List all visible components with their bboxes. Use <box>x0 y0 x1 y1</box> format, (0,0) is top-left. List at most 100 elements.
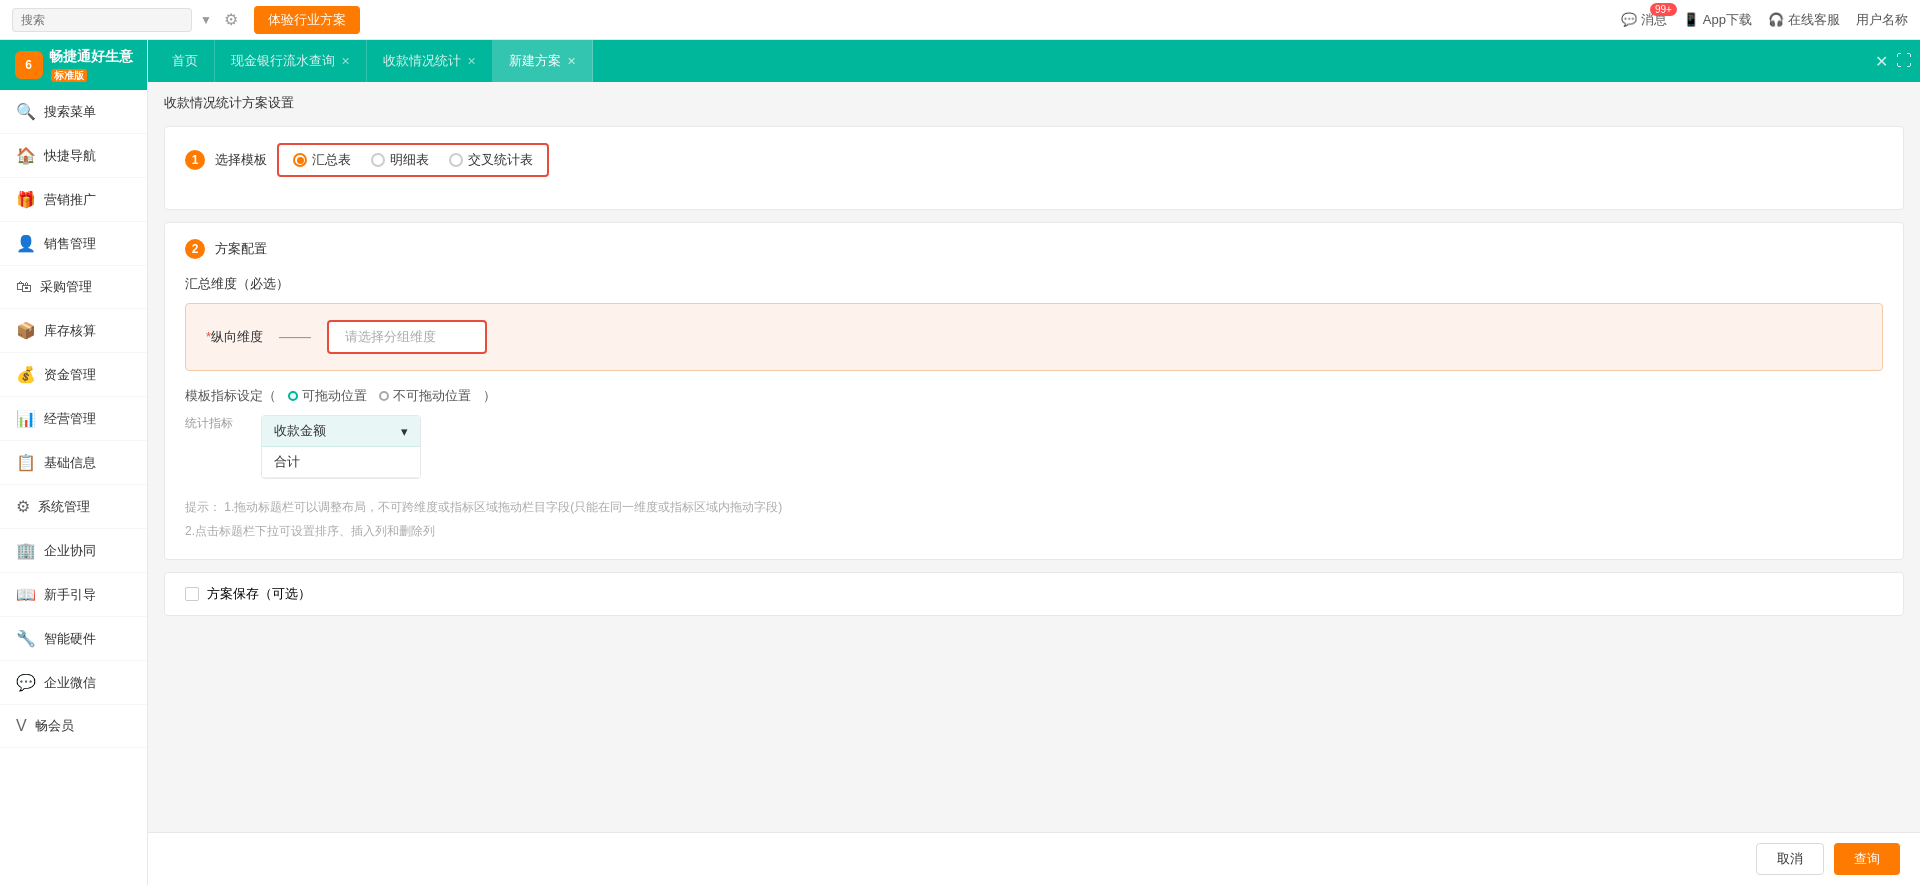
step1-card: 1 选择模板 汇总表 明细表 交叉统计表 <box>164 126 1904 210</box>
main-layout: 6 畅捷通好生意 标准版 🔍 搜索菜单 🏠 快捷导航 🎁 营销推广 👤 销售管理… <box>0 40 1920 885</box>
sidebar-item-label: 资金管理 <box>44 366 96 384</box>
metrics-col-header[interactable]: 收款金额 ▾ <box>262 416 420 447</box>
tip-2: 2.点击标题栏下拉可设置排序、插入列和删除列 <box>185 519 1883 543</box>
drag-dot-active <box>288 391 298 401</box>
sidebar-logo: 6 畅捷通好生意 标准版 <box>0 40 147 90</box>
close-icon[interactable]: ✕ <box>567 55 576 68</box>
tab-payment-stats[interactable]: 收款情况统计 ✕ <box>367 40 493 82</box>
tab-bar: 首页 现金银行流水查询 ✕ 收款情况统计 ✕ 新建方案 ✕ ✕ ⛶ <box>148 40 1920 82</box>
sidebar-item-marketing[interactable]: 🎁 营销推广 <box>0 178 147 222</box>
trial-button[interactable]: 体验行业方案 <box>254 6 360 34</box>
radio-circle-detail <box>371 153 385 167</box>
sidebar-item-label: 采购管理 <box>40 278 92 296</box>
close-icon[interactable]: ✕ <box>341 55 350 68</box>
service-label: 在线客服 <box>1788 11 1840 29</box>
search-input[interactable] <box>12 8 192 32</box>
sidebar-item-nav[interactable]: 🏠 快捷导航 <box>0 134 147 178</box>
save-option-section: 方案保存（可选） <box>164 572 1904 616</box>
notification-wrap[interactable]: 💬 消息 99+ <box>1621 11 1667 29</box>
metrics-col-subrow: 合计 <box>262 447 420 478</box>
radio-label-summary: 汇总表 <box>312 151 351 169</box>
cancel-button[interactable]: 取消 <box>1756 843 1824 875</box>
sidebar-item-guide[interactable]: 📖 新手引导 <box>0 573 147 617</box>
step2-card: 2 方案配置 汇总维度（必选） *纵向维度 —— 请选择分组维度 <box>164 222 1904 560</box>
drag-dot-inactive <box>379 391 389 401</box>
gear-icon[interactable]: ⚙ <box>224 10 238 29</box>
tab-home[interactable]: 首页 <box>156 40 215 82</box>
sidebar-item-label: 企业微信 <box>44 674 96 692</box>
draggable-indicator: 可拖动位置 <box>288 387 367 405</box>
sidebar-item-wechat[interactable]: 💬 企业微信 <box>0 661 147 705</box>
home-icon: 🏠 <box>16 146 36 165</box>
dimension-placeholder: 请选择分组维度 <box>345 329 436 344</box>
sidebar-item-label: 搜索菜单 <box>44 103 96 121</box>
chevron-down-icon[interactable]: ▾ <box>401 424 408 439</box>
sidebar-item-label: 库存核算 <box>44 322 96 340</box>
sidebar-item-system[interactable]: ⚙ 系统管理 <box>0 485 147 529</box>
sidebar-item-search[interactable]: 🔍 搜索菜单 <box>0 90 147 134</box>
save-checkbox[interactable] <box>185 587 199 601</box>
sidebar-item-management[interactable]: 📊 经营管理 <box>0 397 147 441</box>
tab-new-plan[interactable]: 新建方案 ✕ <box>493 40 593 82</box>
logo-icon: 6 <box>15 51 43 79</box>
sidebar-item-basic[interactable]: 📋 基础信息 <box>0 441 147 485</box>
maximize-icon[interactable]: ⛶ <box>1896 52 1912 70</box>
sidebar-item-hardware[interactable]: 🔧 智能硬件 <box>0 617 147 661</box>
sidebar-item-label: 销售管理 <box>44 235 96 253</box>
radio-detail[interactable]: 明细表 <box>371 151 429 169</box>
step2-number: 2 <box>185 239 205 259</box>
dimension-title: 汇总维度（必选） <box>185 275 1883 293</box>
close-window-icon[interactable]: ✕ <box>1875 52 1888 71</box>
vip-icon: V <box>16 717 27 735</box>
book-icon: 📖 <box>16 585 36 604</box>
page-title: 收款情况统计方案设置 <box>164 94 1904 112</box>
tab-cashbank[interactable]: 现金银行流水查询 ✕ <box>215 40 367 82</box>
search-icon: 🔍 <box>16 102 36 121</box>
sidebar-item-label: 新手引导 <box>44 586 96 604</box>
sidebar-item-label: 企业协同 <box>44 542 96 560</box>
top-bar: ▼ ⚙ 体验行业方案 💬 消息 99+ 📱 App下载 🎧 在线客服 用户名称 <box>0 0 1920 40</box>
sidebar-item-sales[interactable]: 👤 销售管理 <box>0 222 147 266</box>
save-label: 方案保存（可选） <box>207 585 311 603</box>
metrics-header-text: 模板指标设定（ <box>185 387 276 405</box>
sidebar-item-cooperation[interactable]: 🏢 企业协同 <box>0 529 147 573</box>
download-wrap[interactable]: 📱 App下载 <box>1683 11 1752 29</box>
radio-summary[interactable]: 汇总表 <box>293 151 351 169</box>
content-area: 首页 现金银行流水查询 ✕ 收款情况统计 ✕ 新建方案 ✕ ✕ ⛶ 收款情况统计… <box>148 40 1920 885</box>
step1-row: 1 选择模板 汇总表 明细表 交叉统计表 <box>185 143 1883 177</box>
step1-number: 1 <box>185 150 205 170</box>
service-wrap[interactable]: 🎧 在线客服 <box>1768 11 1840 29</box>
radio-circle-cross <box>449 153 463 167</box>
dimension-area: *纵向维度 —— 请选择分组维度 <box>185 303 1883 371</box>
sidebar-item-purchase[interactable]: 🛍 采购管理 <box>0 266 147 309</box>
tab-label: 新建方案 <box>509 52 561 70</box>
headset-icon: 🎧 <box>1768 12 1784 27</box>
tab-bar-actions: ✕ ⛶ <box>1875 52 1912 71</box>
query-button[interactable]: 查询 <box>1834 843 1900 875</box>
stat-label-area: 统计指标 <box>185 415 245 436</box>
non-draggable-label: 不可拖动位置 <box>393 387 471 405</box>
clipboard-icon: 📋 <box>16 453 36 472</box>
sidebar-item-label: 基础信息 <box>44 454 96 472</box>
chevron-down-icon[interactable]: ▼ <box>200 13 212 27</box>
sidebar-item-inventory[interactable]: 📦 库存核算 <box>0 309 147 353</box>
close-paren: ） <box>483 387 496 405</box>
radio-cross[interactable]: 交叉统计表 <box>449 151 533 169</box>
draggable-label: 可拖动位置 <box>302 387 367 405</box>
sidebar-item-label: 系统管理 <box>38 498 90 516</box>
close-icon[interactable]: ✕ <box>467 55 476 68</box>
sidebar-item-finance[interactable]: 💰 资金管理 <box>0 353 147 397</box>
dimension-select[interactable]: 请选择分组维度 <box>327 320 487 354</box>
metrics-layout: 统计指标 收款金额 ▾ 合计 <box>185 415 1883 479</box>
non-draggable-indicator: 不可拖动位置 <box>379 387 471 405</box>
user-name: 用户名称 <box>1856 11 1908 29</box>
wechat-icon: 💬 <box>16 673 36 692</box>
radio-label-detail: 明细表 <box>390 151 429 169</box>
sidebar-item-member[interactable]: V 畅会员 <box>0 705 147 748</box>
person-icon: 👤 <box>16 234 36 253</box>
stat-category-label: 统计指标 <box>185 415 245 432</box>
chart-icon: 📊 <box>16 409 36 428</box>
gift-icon: 🎁 <box>16 190 36 209</box>
top-bar-right: 💬 消息 99+ 📱 App下载 🎧 在线客服 用户名称 <box>1621 11 1908 29</box>
arrow-icon: —— <box>279 328 311 346</box>
